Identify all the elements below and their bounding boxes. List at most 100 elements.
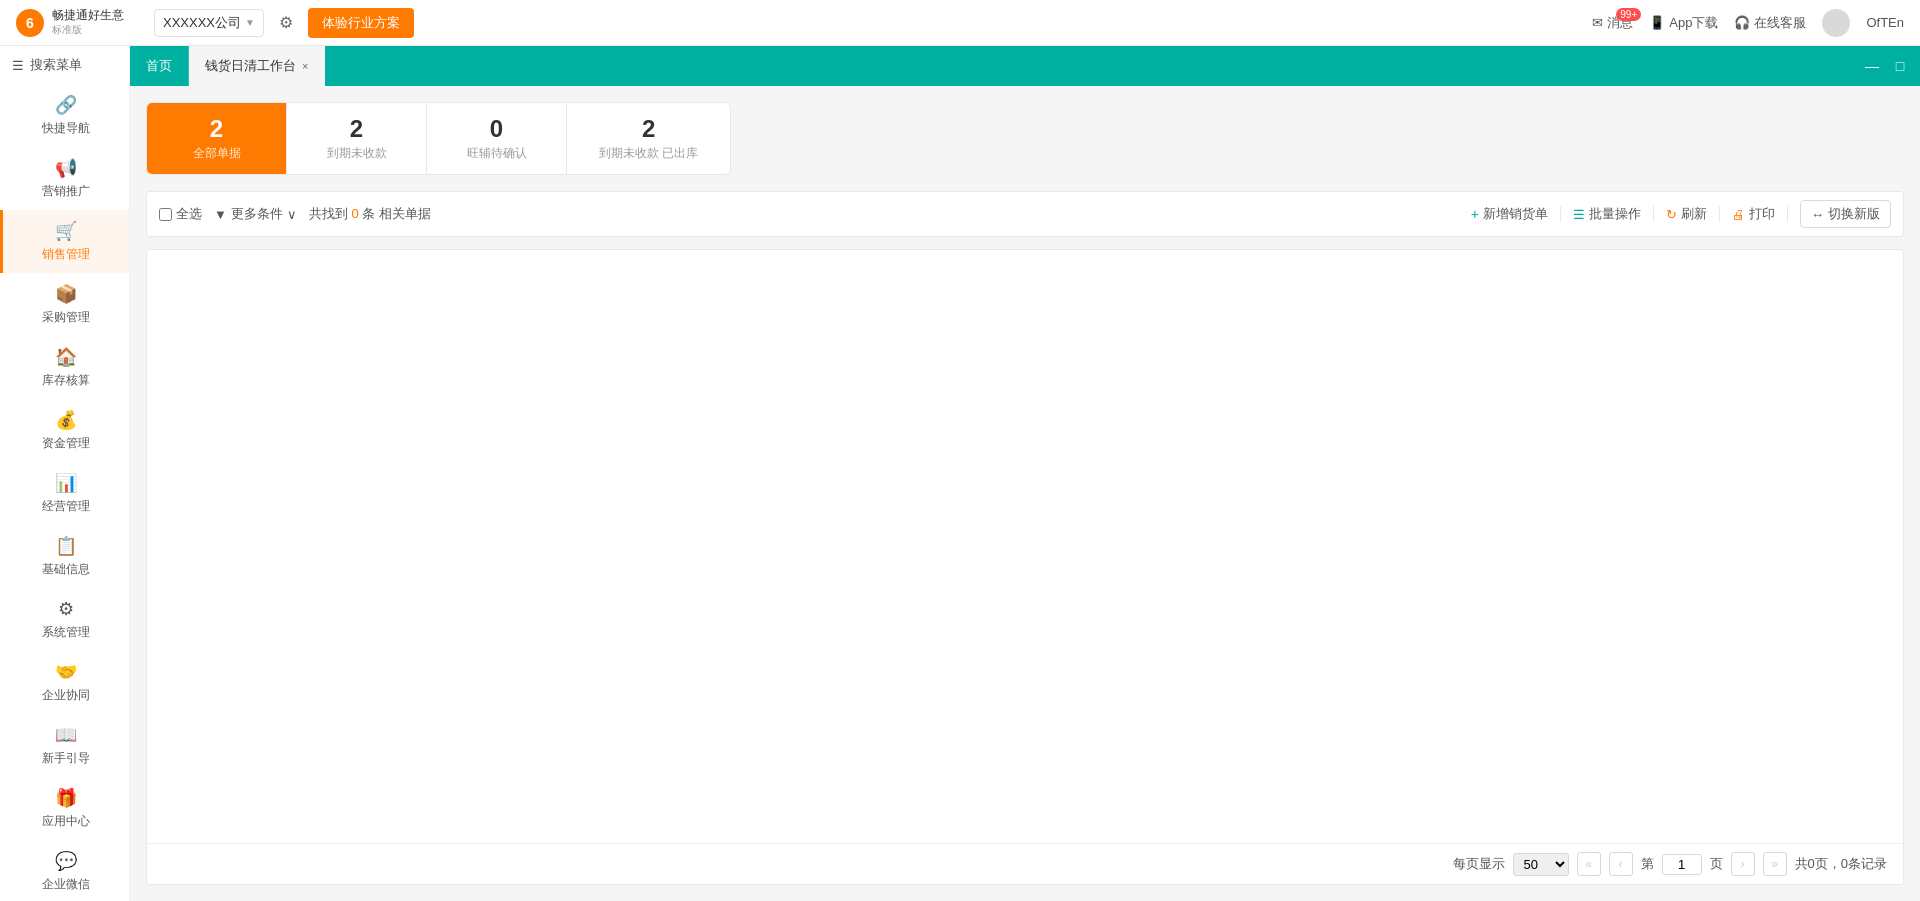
tab-bar: 首页 钱货日清工作台 × — □ [130,46,1920,86]
select-all-checkbox[interactable]: 全选 [159,205,202,223]
sidebar-item-appstore[interactable]: 🎁 应用中心 [0,777,129,840]
prev-page-btn[interactable]: ‹ [1609,852,1633,876]
toolbar: 全选 ▼ 更多条件 ∨ 共找到 0 条 相关单据 [146,191,1904,237]
layout: ☰ 搜索菜单 🔗 快捷导航 📢 营销推广 🛒 销售管理 📦 采购管理 🏠 库存核… [0,46,1920,901]
sidebar-item-purchase[interactable]: 📦 采购管理 [0,273,129,336]
app-download-btn[interactable]: 📱 App下载 [1649,14,1718,32]
found-unit: 条 [362,206,375,221]
refresh-btn[interactable]: ↻ 刷新 [1666,205,1707,223]
stat-shipped-label: 到期未收款 已出库 [599,145,698,162]
page-input[interactable] [1662,854,1702,875]
tab-maximize-btn[interactable]: □ [1888,54,1912,78]
pagination: 每页显示 50 100 200 « ‹ 第 页 [147,843,1903,884]
company-dropdown-arrow: ▼ [245,17,255,28]
found-zero: 0 [352,206,359,221]
first-page-btn[interactable]: « [1577,852,1601,876]
username: OfTEn [1866,15,1904,30]
per-page-label: 每页显示 [1453,855,1505,873]
logo-icon: 6 [16,9,44,37]
sidebar-item-basics[interactable]: 📋 基础信息 [0,525,129,588]
wechat-icon: 💬 [55,850,77,872]
sidebar-item-enterprise[interactable]: 🤝 企业协同 [0,651,129,714]
tab-close-icon[interactable]: × [302,60,308,72]
logo-area: 6 畅捷通好生意 标准版 [16,8,146,38]
sidebar-item-guide[interactable]: 📖 新手引导 [0,714,129,777]
page-end: 页 [1710,855,1723,873]
switch-new-btn[interactable]: ↔ 切换新版 [1800,200,1891,228]
found-prefix: 共找到 [309,206,348,221]
search-menu-item[interactable]: ☰ 搜索菜单 [0,46,129,84]
divider-1 [1560,206,1561,222]
select-all-input[interactable] [159,208,172,221]
total-info: 共0页，0条记录 [1795,855,1887,873]
stat-all-number: 2 [210,115,223,143]
finance-icon: 💰 [55,409,77,431]
sidebar-item-label: 经营管理 [42,498,90,515]
top-right: ✉ 消息 99+ 📱 App下载 🎧 在线客服 OfTEn [1592,9,1904,37]
stat-overdue-label: 到期未收款 [327,145,387,162]
marketing-icon: 📢 [55,157,77,179]
sidebar-item-operations[interactable]: 📊 经营管理 [0,462,129,525]
online-service-btn[interactable]: 🎧 在线客服 [1734,14,1806,32]
page-size-select[interactable]: 50 100 200 [1513,853,1569,876]
add-sale-btn[interactable]: + 新增销货单 [1471,205,1548,223]
company-name: XXXXXX公司 [163,14,241,32]
last-page-btn[interactable]: » [1763,852,1787,876]
sidebar-item-wechat[interactable]: 💬 企业微信 [0,840,129,901]
stat-all[interactable]: 2 全部单据 [147,103,287,174]
search-icon: ☰ [12,58,24,73]
add-sale-label: 新增销货单 [1483,205,1548,223]
tab-cash-flow[interactable]: 钱货日清工作台 × [189,46,325,86]
print-btn[interactable]: 🖨 打印 [1732,205,1775,223]
service-icon: 🎧 [1734,15,1750,30]
experience-btn[interactable]: 体验行业方案 [308,8,414,38]
app-download-label: App下载 [1669,14,1718,32]
content-area: 2 全部单据 2 到期未收款 0 旺辅待确认 2 到期未收款 已出库 [130,86,1920,901]
batch-label: 批量操作 [1589,205,1641,223]
sidebar-item-inventory[interactable]: 🏠 库存核算 [0,336,129,399]
messages-btn[interactable]: ✉ 消息 99+ [1592,14,1633,32]
sidebar: ☰ 搜索菜单 🔗 快捷导航 📢 营销推广 🛒 销售管理 📦 采购管理 🏠 库存核… [0,46,130,901]
sidebar-item-label: 基础信息 [42,561,90,578]
sidebar-item-system[interactable]: ⚙ 系统管理 [0,588,129,651]
system-icon: ⚙ [58,598,74,620]
purchase-icon: 📦 [55,283,77,305]
settings-icon-btn[interactable]: ⚙ [272,9,300,37]
tab-minimize-btn[interactable]: — [1860,54,1884,78]
sidebar-item-label: 资金管理 [42,435,90,452]
stat-shipped-number: 2 [642,115,655,143]
filter-arrow-icon: ∨ [287,207,297,222]
filter-btn[interactable]: ▼ 更多条件 ∨ [214,205,297,223]
stat-overdue-number: 2 [350,115,363,143]
batch-btn[interactable]: ☰ 批量操作 [1573,205,1641,223]
stat-shipped[interactable]: 2 到期未收款 已出库 [567,103,730,174]
sidebar-item-shortcuts[interactable]: 🔗 快捷导航 [0,84,129,147]
toolbar-left: 全选 ▼ 更多条件 ∨ 共找到 0 条 相关单据 [159,205,431,223]
sidebar-item-label: 营销推广 [42,183,90,200]
tab-home[interactable]: 首页 [130,46,189,86]
sidebar-item-sales[interactable]: 🛒 销售管理 [0,210,129,273]
stat-overdue[interactable]: 2 到期未收款 [287,103,427,174]
message-icon: ✉ [1592,15,1603,30]
sidebar-item-label: 销售管理 [42,246,90,263]
tab-cash-flow-label: 钱货日清工作台 [205,57,296,75]
sidebar-item-finance[interactable]: 💰 资金管理 [0,399,129,462]
sidebar-item-label: 新手引导 [42,750,90,767]
sidebar-item-label: 应用中心 [42,813,90,830]
stat-pending[interactable]: 0 旺辅待确认 [427,103,567,174]
sidebar-item-label: 采购管理 [42,309,90,326]
switch-label: 切换新版 [1828,205,1880,223]
divider-2 [1653,206,1654,222]
batch-icon: ☰ [1573,207,1585,222]
sales-icon: 🛒 [55,220,77,242]
sidebar-item-marketing[interactable]: 📢 营销推广 [0,147,129,210]
operations-icon: 📊 [55,472,77,494]
company-selector[interactable]: XXXXXX公司 ▼ [154,9,264,37]
next-page-btn[interactable]: › [1731,852,1755,876]
filter-icon: ▼ [214,207,227,222]
table-empty-area [147,250,1903,843]
search-menu-label: 搜索菜单 [30,56,82,74]
add-icon: + [1471,206,1479,222]
sidebar-item-label: 企业微信 [42,876,90,893]
avatar[interactable] [1822,9,1850,37]
